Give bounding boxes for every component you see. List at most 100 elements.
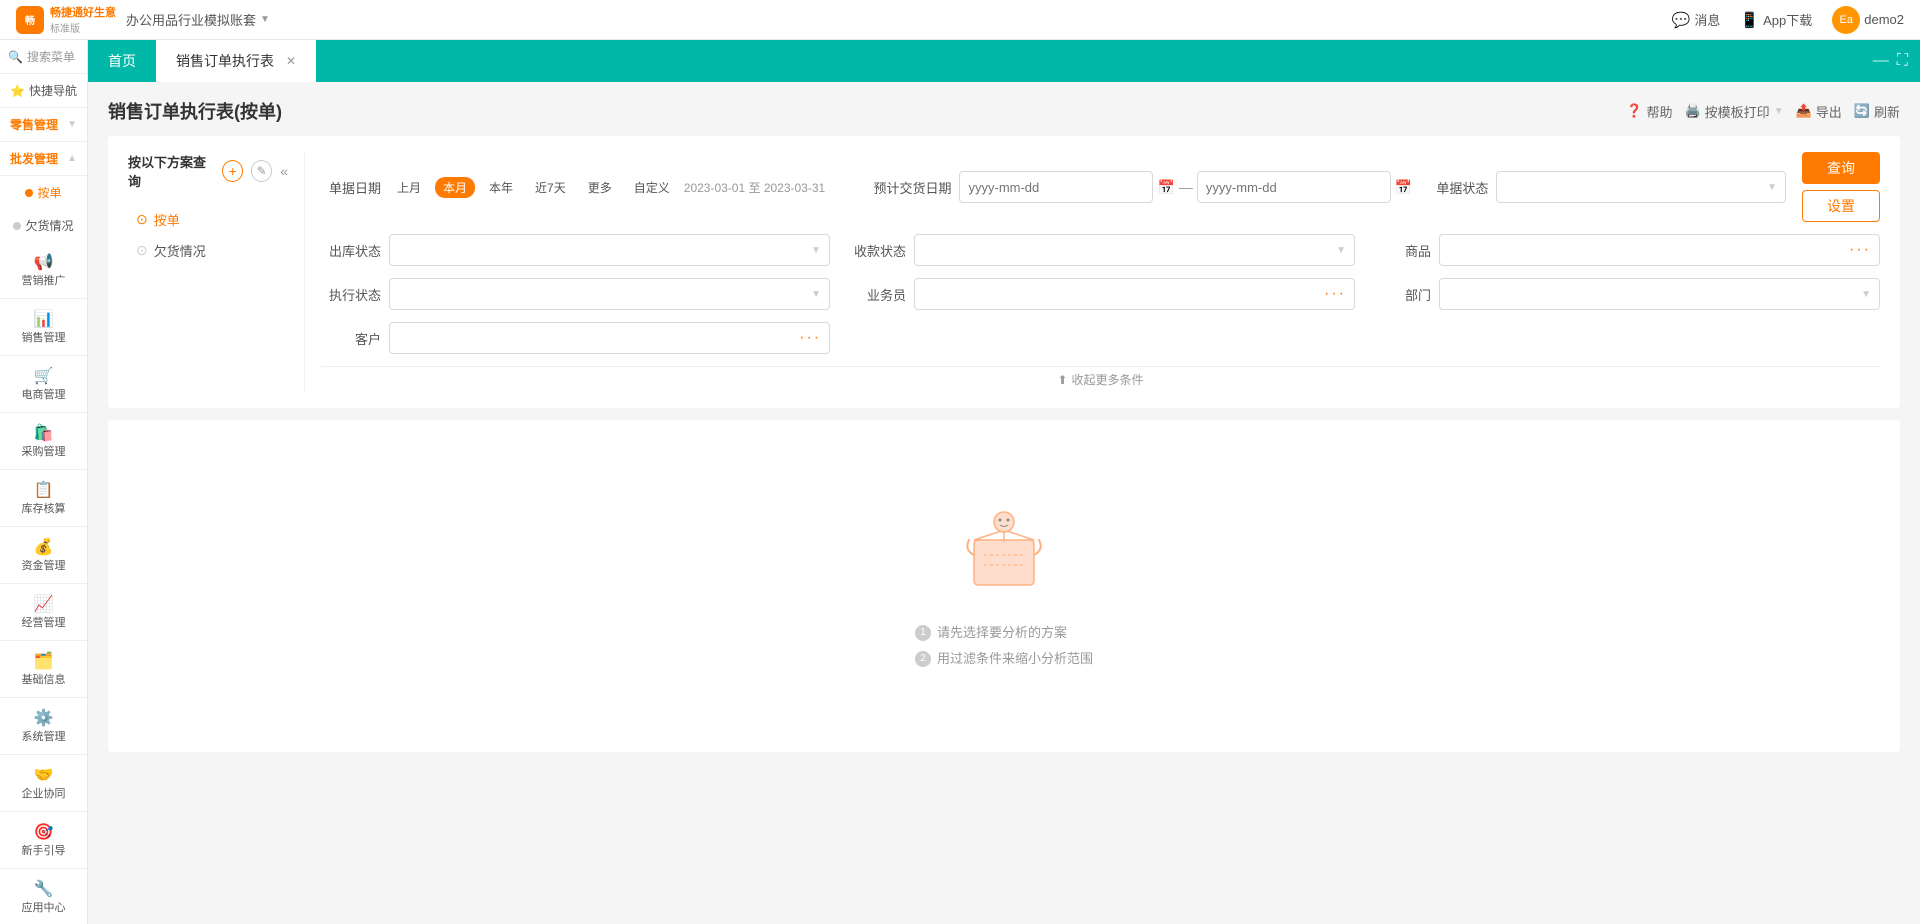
left-panel: 按以下方案查询 + ✎ « ⊙ 按单 ⊙ 欠货情况 xyxy=(128,152,288,392)
tab-home[interactable]: 首页 xyxy=(88,40,156,82)
tab-sales-exec[interactable]: 销售订单执行表 ✕ xyxy=(156,40,316,82)
calendar-start-icon[interactable]: 📅 xyxy=(1157,179,1174,196)
tab-minimize-btn[interactable]: — xyxy=(1873,52,1889,70)
customer-dots[interactable]: ··· xyxy=(799,329,821,347)
tab-bar: 首页 销售订单执行表 ✕ — ⛶ xyxy=(88,40,1920,82)
sidebar-item-system[interactable]: ⚙️ 系统管理 xyxy=(0,698,87,755)
refresh-icon: 🔄 xyxy=(1854,103,1870,119)
tab-right-actions: — ⛶ xyxy=(1873,52,1920,70)
sidebar-item-finance[interactable]: 💰 资金管理 xyxy=(0,527,87,584)
date-tab-this-year[interactable]: 本年 xyxy=(481,177,521,198)
goods-field: 商品 ··· xyxy=(1371,234,1880,266)
plan-collapse-btn[interactable]: « xyxy=(280,163,288,179)
expected-date-label: 预计交货日期 xyxy=(873,178,951,197)
print-btn[interactable]: 🖨️ 按模板打印 ▼ xyxy=(1684,102,1783,121)
out-status-arrow: ▼ xyxy=(811,245,821,256)
action-buttons: 查询 设置 xyxy=(1802,152,1880,222)
sidebar-item-guide[interactable]: 🎯 新手引导 xyxy=(0,812,87,869)
tab-close-icon[interactable]: ✕ xyxy=(286,54,296,68)
sidebar-item-basic[interactable]: 🗂️ 基础信息 xyxy=(0,641,87,698)
collapse-btn[interactable]: ⬆ 收起更多条件 xyxy=(1057,371,1143,388)
help-btn[interactable]: ❓ 帮助 xyxy=(1626,102,1672,121)
empty-state: 1 请先选择要分析的方案 2 用过滤条件来缩小分析范围 xyxy=(108,420,1900,752)
plan-sub-debt[interactable]: ⊙ 欠货情况 xyxy=(128,235,288,266)
sidebar-item-marketing[interactable]: 📢 营销推广 xyxy=(0,242,87,299)
plan-add-btn[interactable]: + xyxy=(222,160,243,182)
sidebar-quick-nav[interactable]: ⭐ 快捷导航 xyxy=(0,74,87,108)
goods-dots[interactable]: ··· xyxy=(1849,241,1871,259)
export-btn[interactable]: 📤 导出 xyxy=(1796,102,1842,121)
marketing-icon: 📢 xyxy=(34,252,54,272)
main-layout: 🔍 搜索菜单 ⭐ 快捷导航 零售管理 ▼ 批发管理 ▲ 按单 欠货情况 📢 xyxy=(0,40,1920,924)
company-name: 办公用品行业模拟账套 xyxy=(126,10,256,29)
print-dropdown-icon: ▼ xyxy=(1774,106,1784,117)
company-selector[interactable]: 办公用品行业模拟账套 ▼ xyxy=(126,10,270,29)
filter-row-3: 执行状态 ▼ 业务员 ··· xyxy=(321,278,1880,310)
sidebar-sub-wholesale: 按单 欠货情况 xyxy=(0,176,87,242)
app-download-btn[interactable]: 📱 App下载 xyxy=(1740,10,1812,29)
customer-selector[interactable]: ··· xyxy=(389,322,830,354)
basic-icon: 🗂️ xyxy=(34,651,54,671)
dept-field: 部门 ▼ xyxy=(1371,278,1880,310)
page-title-bar: 销售订单执行表(按单) ❓ 帮助 🖨️ 按模板打印 ▼ 📤 导出 xyxy=(108,98,1900,124)
status-select[interactable]: ▼ xyxy=(1496,171,1786,203)
plan-edit-btn[interactable]: ✎ xyxy=(251,160,272,182)
inactive-dot xyxy=(13,222,21,230)
date-tab-custom[interactable]: 自定义 xyxy=(626,177,678,198)
system-icon: ⚙️ xyxy=(34,708,54,728)
expected-date-start[interactable] xyxy=(959,171,1153,203)
out-status-field: 出库状态 ▼ xyxy=(321,234,830,266)
exec-status-select[interactable]: ▼ xyxy=(389,278,830,310)
filter-panel-header: 按以下方案查询 + ✎ « xyxy=(128,152,288,190)
sidebar-item-wholesale[interactable]: 批发管理 ▲ xyxy=(0,142,87,176)
operations-icon: 📈 xyxy=(34,594,54,614)
sidebar-item-sales[interactable]: 📊 销售管理 xyxy=(0,299,87,356)
salesperson-dots[interactable]: ··· xyxy=(1324,285,1346,303)
messages-btn[interactable]: 💬 消息 xyxy=(1672,10,1721,29)
active-dot xyxy=(25,189,33,197)
tip-num-2: 2 xyxy=(915,651,931,667)
dept-label: 部门 xyxy=(1371,285,1431,304)
plan-sub-order[interactable]: ⊙ 按单 xyxy=(128,204,288,235)
query-btn[interactable]: 查询 xyxy=(1802,152,1880,184)
collect-status-field: 收款状态 ▼ xyxy=(846,234,1355,266)
refresh-btn[interactable]: 🔄 刷新 xyxy=(1854,102,1900,121)
expected-date-end[interactable] xyxy=(1197,171,1391,203)
salesperson-selector[interactable]: ··· xyxy=(914,278,1355,310)
collect-status-select[interactable]: ▼ xyxy=(914,234,1355,266)
purchase-icon: 🛍️ xyxy=(34,423,54,443)
logo-icon: 畅 xyxy=(16,6,44,34)
calendar-end-icon[interactable]: 📅 xyxy=(1395,179,1412,196)
goods-selector[interactable]: ··· xyxy=(1439,234,1880,266)
sidebar-sub-order[interactable]: 按单 xyxy=(0,176,87,209)
sidebar-item-purchase[interactable]: 🛍️ 采购管理 xyxy=(0,413,87,470)
sidebar-sub-debt[interactable]: 欠货情况 xyxy=(0,209,87,242)
set-btn[interactable]: 设置 xyxy=(1802,190,1880,222)
customer-label: 客户 xyxy=(321,329,381,348)
sidebar-item-operations[interactable]: 📈 经营管理 xyxy=(0,584,87,641)
sidebar-item-ecommerce[interactable]: 🛒 电商管理 xyxy=(0,356,87,413)
out-status-select[interactable]: ▼ xyxy=(389,234,830,266)
dept-select[interactable]: ▼ xyxy=(1439,278,1880,310)
date-tab-last-month[interactable]: 上月 xyxy=(389,177,429,198)
sidebar-item-retail[interactable]: 零售管理 ▼ xyxy=(0,108,87,142)
date-tab-this-month[interactable]: 本月 xyxy=(435,177,475,198)
sidebar-item-enterprise[interactable]: 🤝 企业协同 xyxy=(0,755,87,812)
mobile-icon: 📱 xyxy=(1740,11,1759,29)
out-status-label: 出库状态 xyxy=(321,241,381,260)
sidebar-search[interactable]: 🔍 搜索菜单 xyxy=(0,40,87,74)
help-icon: ❓ xyxy=(1626,103,1642,119)
tab-maximize-btn[interactable]: ⛶ xyxy=(1897,52,1908,70)
sidebar-item-inventory[interactable]: 📋 库存核算 xyxy=(0,470,87,527)
active-plan-icon: ⊙ xyxy=(136,211,148,228)
top-header: 畅 畅捷通好生意 标准版 办公用品行业模拟账套 ▼ 💬 消息 📱 App下载 E… xyxy=(0,0,1920,40)
status-dropdown-arrow: ▼ xyxy=(1767,182,1777,193)
sidebar: 🔍 搜索菜单 ⭐ 快捷导航 零售管理 ▼ 批发管理 ▲ 按单 欠货情况 📢 xyxy=(0,40,88,924)
date-tab-7days[interactable]: 近7天 xyxy=(527,177,574,198)
collect-status-label: 收款状态 xyxy=(846,241,906,260)
user-profile[interactable]: Ea demo2 xyxy=(1832,6,1904,34)
expected-date-field: 预计交货日期 📅 — 📅 xyxy=(873,171,1412,203)
date-label: 单据日期 xyxy=(321,178,381,197)
date-tab-more[interactable]: 更多 xyxy=(580,177,620,198)
sidebar-item-appstore[interactable]: 🔧 应用中心 xyxy=(0,869,87,924)
